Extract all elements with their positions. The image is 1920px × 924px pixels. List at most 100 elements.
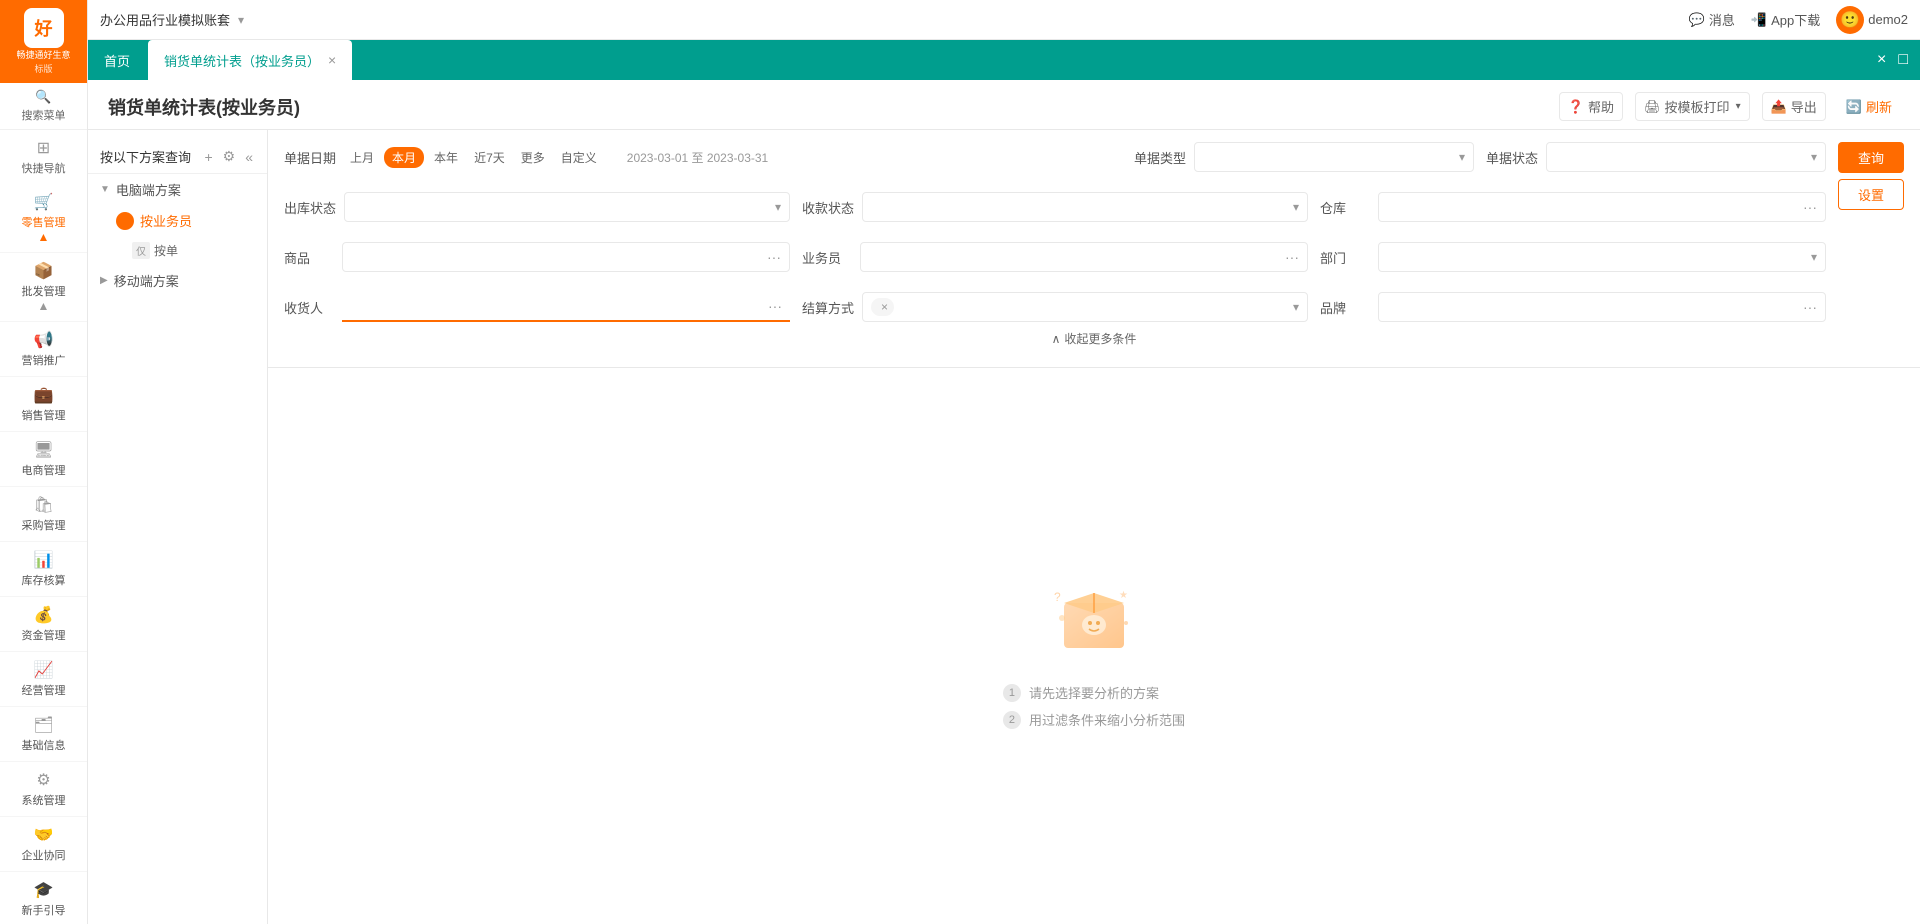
sidebar-item-inventory[interactable]: 📊 库存核算 [0,542,87,597]
ship-status-label: 出库状态 [284,198,336,217]
panel-item-by-staff[interactable]: 按业务员 [88,205,267,236]
date-tab-this-month[interactable]: 本月 [384,147,424,168]
goods-control[interactable]: ··· [342,242,790,272]
ecommerce-label: 电商管理 [22,462,66,478]
tip-text-1: 请先选择要分析的方案 [1029,683,1159,702]
panel-category-mobile[interactable]: ▶ 移动端方案 [88,265,267,296]
staff-filter-label: 业务员 [802,248,852,267]
tip-text-2: 用过滤条件来缩小分析范围 [1029,710,1185,729]
warehouse-control[interactable]: ··· [1378,192,1826,222]
sidebar-logo[interactable]: 好 畅捷通好生意 标版 [0,0,87,83]
purchase-icon: 🛍 [33,495,53,515]
settlement-label: 结算方式 [802,298,854,317]
sidebar-item-wholesale[interactable]: 📦 批发管理 ▲ [0,253,87,322]
user-profile[interactable]: 🙂 demo2 [1836,6,1908,34]
sidebar-item-marketing[interactable]: 📢 营销推广 [0,322,87,377]
empty-tips: 1 请先选择要分析的方案 2 用过滤条件来缩小分析范围 [1003,683,1185,729]
recipient-control[interactable]: ··· [342,292,790,322]
sidebar-item-finance[interactable]: 💰 资金管理 [0,597,87,652]
sidebar-item-retail[interactable]: 🛒 零售管理 ▲ [0,184,87,253]
collapse-button[interactable]: ∧ 收起更多条件 [284,322,1904,355]
sidebar-item-purchase[interactable]: 🛍 采购管理 [0,487,87,542]
export-button[interactable]: 📤 导出 [1762,92,1826,121]
sidebar-item-ecommerce[interactable]: 🖥 电商管理 [0,432,87,487]
settlement-control[interactable]: × ▾ [862,292,1308,322]
sidebar-item-enterprise[interactable]: 🤝 企业协同 [0,817,87,872]
staff-dots[interactable]: ··· [1285,249,1299,265]
date-tab-custom[interactable]: 自定义 [555,147,603,168]
inventory-icon: 📊 [34,550,54,570]
page-header-actions: ❓ 帮助 🖨 按模板打印 ▾ 📤 导出 🔄 刷新 [1559,92,1900,121]
date-tab-7days[interactable]: 近7天 [468,147,511,168]
doc-status-label: 单据状态 [1486,148,1538,167]
refresh-icon: 🔄 [1846,99,1862,115]
settings-button[interactable]: 设置 [1838,179,1904,210]
finance-icon: 💰 [34,605,54,625]
basic-icon: 🗂 [33,715,53,735]
sidebar-quicknav[interactable]: ⊞ 快捷导航 [0,130,87,184]
sidebar-item-sales[interactable]: 💼 销售管理 [0,377,87,432]
help-button[interactable]: ❓ 帮助 [1559,92,1623,121]
refresh-button[interactable]: 🔄 刷新 [1838,93,1900,120]
sidebar: 好 畅捷通好生意 标版 🔍 搜索菜单 ⊞ 快捷导航 🛒 零售管理 ▲ 📦 批发管… [0,0,88,924]
help-icon: ❓ [1568,99,1584,115]
warehouse-dots[interactable]: ··· [1803,199,1817,215]
search-menu-label: 搜索菜单 [22,107,66,123]
date-tab-last-month[interactable]: 上月 [344,147,380,168]
window-maximize-btn[interactable]: □ [1894,47,1912,73]
dept-control[interactable]: ▾ [1378,242,1826,272]
query-button[interactable]: 查询 [1838,142,1904,173]
ship-status-control[interactable]: ▾ [344,192,790,222]
tab-home[interactable]: 首页 [88,40,146,80]
print-template-button[interactable]: 🖨 按模板打印 ▾ [1635,92,1750,121]
message-button[interactable]: 💬 消息 [1689,10,1735,29]
topbar-dropdown-icon[interactable]: ▾ [238,13,244,27]
sidebar-search-menu[interactable]: 🔍 搜索菜单 [0,83,87,130]
payment-status-control[interactable]: ▾ [862,192,1308,222]
window-close-btn[interactable]: × [1873,47,1890,73]
operations-icon: 📈 [34,660,54,680]
print-icon: 🖨 [1644,99,1661,115]
settlement-clear-tag[interactable]: × [871,298,894,316]
filter-item-brand: 品牌 ··· [1320,292,1826,322]
filter-item-goods: 商品 ··· [284,242,790,272]
doc-type-control[interactable]: ▾ [1194,142,1474,172]
brand-control[interactable]: ··· [1378,292,1826,322]
tip-num-2: 2 [1003,711,1021,729]
panel-add-icon[interactable]: + [202,147,214,167]
panel-collapse-icon[interactable]: « [243,147,255,167]
brand-label: 品牌 [1320,298,1370,317]
enterprise-icon: 🤝 [34,825,54,845]
doc-type-dropdown-icon: ▾ [1459,150,1465,164]
filter-area: 单据日期 上月 本月 本年 近7天 更多 自定义 [268,130,1920,368]
tab-close-icon[interactable]: × [328,52,336,68]
sidebar-item-system[interactable]: ⚙ 系统管理 [0,762,87,817]
app-download-button[interactable]: 📲 App下载 [1751,10,1820,29]
tab-active[interactable]: 销货单统计表（按业务员） × [148,40,352,80]
goods-dots[interactable]: ··· [767,249,781,265]
panel-header-label: 按以下方案查询 [100,147,191,166]
settlement-clear-icon[interactable]: × [881,300,888,314]
help-label: 帮助 [1588,97,1614,116]
recipient-dots[interactable]: ··· [768,298,782,314]
sidebar-item-basic[interactable]: 🗂 基础信息 [0,707,87,762]
category-arrow: ▼ [100,184,110,195]
panel-item-by-order[interactable]: 仅 按单 [88,236,267,265]
date-tab-more[interactable]: 更多 [515,147,551,168]
brand-dots[interactable]: ··· [1803,299,1817,315]
panel-category-desktop[interactable]: ▼ 电脑端方案 [88,174,267,205]
doc-status-control[interactable]: ▾ [1546,142,1826,172]
page: 销货单统计表(按业务员) ❓ 帮助 🖨 按模板打印 ▾ 📤 导出 🔄 刷新 [88,80,1920,924]
sidebar-item-operations[interactable]: 📈 经营管理 [0,652,87,707]
tabbar: 首页 销货单统计表（按业务员） × × □ [88,40,1920,80]
panel-settings-icon[interactable]: ⚙ [221,146,238,167]
filter-item-warehouse: 仓库 ··· [1320,192,1826,222]
date-tab-this-year[interactable]: 本年 [428,147,464,168]
filter-row-4: 收货人 ··· 结算方式 [284,292,1826,322]
topbar: 办公用品行业模拟账套 ▾ 💬 消息 📲 App下载 🙂 demo2 [88,0,1920,40]
quicknav-label: 快捷导航 [22,160,66,176]
recipient-label: 收货人 [284,298,334,317]
sidebar-item-newbie[interactable]: 🎓 新手引导 [0,872,87,924]
staff-control[interactable]: ··· [860,242,1308,272]
export-icon: 📤 [1771,99,1787,115]
